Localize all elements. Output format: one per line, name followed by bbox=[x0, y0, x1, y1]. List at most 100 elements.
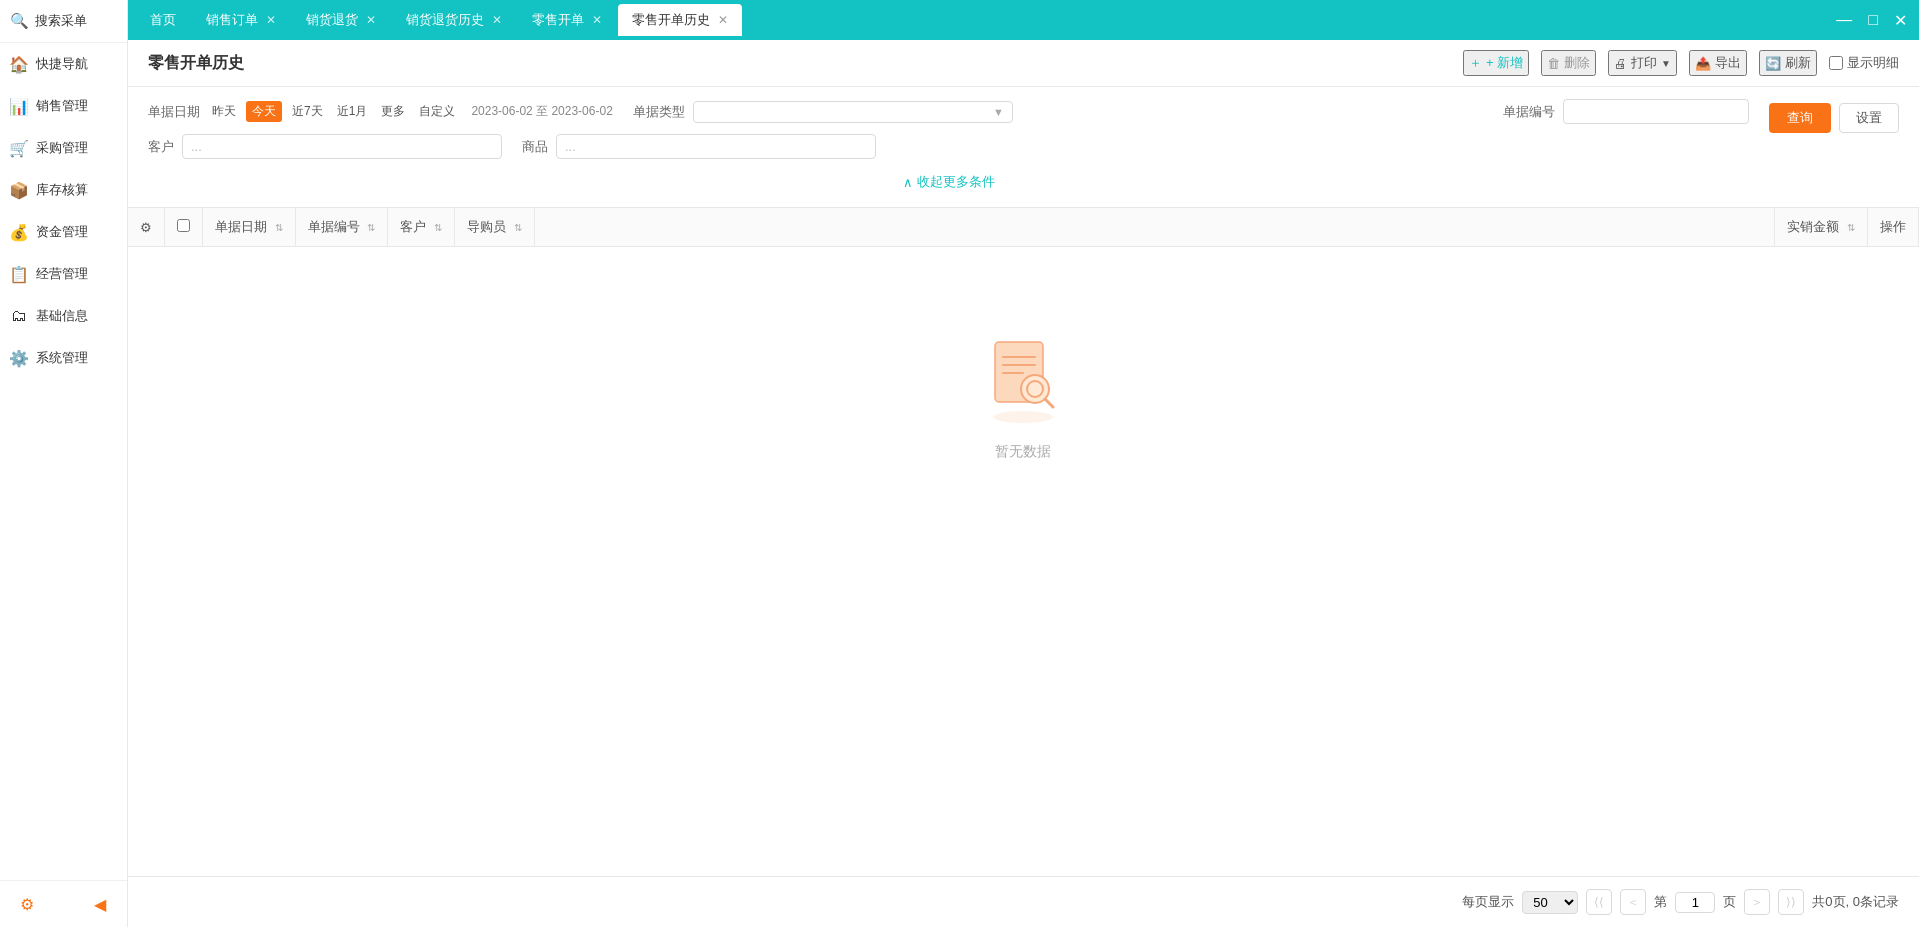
add-icon: ＋ bbox=[1469, 54, 1482, 72]
tab-retail-open-history-close[interactable]: ✕ bbox=[718, 13, 728, 27]
sidebar-item-system[interactable]: ⚙️ 系统管理 bbox=[0, 337, 127, 379]
sidebar-item-label: 库存核算 bbox=[36, 181, 88, 199]
sidebar-search-label: 搜索采单 bbox=[35, 12, 87, 30]
th-customer[interactable]: 客户 ⇅ bbox=[388, 208, 455, 247]
minimize-icon[interactable]: — bbox=[1832, 7, 1856, 33]
sidebar-item-basic-info[interactable]: 🗂 基础信息 bbox=[0, 295, 127, 337]
doc-no-input[interactable] bbox=[1563, 99, 1749, 124]
customer-filter-label: 客户 bbox=[148, 138, 174, 156]
select-all-checkbox[interactable] bbox=[177, 219, 190, 232]
tab-sales-order-close[interactable]: ✕ bbox=[266, 13, 276, 27]
query-button[interactable]: 查询 bbox=[1769, 103, 1831, 133]
sidebar-bottom: ⚙ ◀ bbox=[0, 880, 127, 927]
next-page-btn[interactable]: ＞ bbox=[1744, 889, 1770, 915]
cart-icon: 🛒 bbox=[10, 139, 28, 157]
collapse-filter-btn[interactable]: ∧ 收起更多条件 bbox=[903, 169, 995, 195]
maximize-icon[interactable]: □ bbox=[1864, 7, 1882, 33]
print-icon: 🖨 bbox=[1614, 56, 1627, 71]
export-button[interactable]: 📤 导出 bbox=[1689, 50, 1747, 76]
sidebar-item-operations[interactable]: 📋 经营管理 bbox=[0, 253, 127, 295]
add-button[interactable]: ＋ + 新增 bbox=[1463, 50, 1529, 76]
prev-page-btn[interactable]: ＜ bbox=[1620, 889, 1646, 915]
search-icon: 🔍 bbox=[10, 12, 29, 30]
product-input[interactable]: ... bbox=[556, 134, 876, 159]
sidebar-item-purchase-mgmt[interactable]: 🛒 采购管理 bbox=[0, 127, 127, 169]
th-checkbox[interactable] bbox=[165, 208, 203, 247]
th-salesperson[interactable]: 导购员 ⇅ bbox=[454, 208, 534, 247]
pagination: 每页显示 50 10 20 100 ⟨⟨ ＜ 第 页 ＞ ⟩⟩ 共0页, 0条记… bbox=[128, 876, 1919, 927]
tab-sales-return-history-label: 销货退货历史 bbox=[406, 11, 484, 29]
sidebar-item-finance[interactable]: 💰 资金管理 bbox=[0, 211, 127, 253]
first-page-btn[interactable]: ⟨⟨ bbox=[1586, 889, 1612, 915]
tab-sales-order-label: 销售订单 bbox=[206, 11, 258, 29]
main-content: 首页 销售订单 ✕ 销货退货 ✕ 销货退货历史 ✕ 零售开单 ✕ 零售开单历史 … bbox=[128, 0, 1919, 927]
sidebar-item-label: 经营管理 bbox=[36, 265, 88, 283]
filter-doc-type: 单据类型 ▼ bbox=[633, 101, 1483, 123]
date-7days-btn[interactable]: 近7天 bbox=[288, 101, 327, 122]
doc-type-label: 单据类型 bbox=[633, 103, 685, 121]
collapse-up-icon: ∧ bbox=[903, 175, 913, 190]
content-area: 零售开单历史 ＋ + 新增 🗑 删除 🖨 打印 ▼ 📤 导出 bbox=[128, 40, 1919, 927]
table-container: ⚙ 单据日期 ⇅ 单据编号 ⇅ 客户 bbox=[128, 208, 1919, 876]
date-filter-group: 昨天 今天 近7天 近1月 更多 自定义 bbox=[208, 101, 459, 122]
toolbar: 零售开单历史 ＋ + 新增 🗑 删除 🖨 打印 ▼ 📤 导出 bbox=[128, 40, 1919, 87]
tab-sales-return-history[interactable]: 销货退货历史 ✕ bbox=[392, 4, 516, 36]
page-word: 第 bbox=[1654, 893, 1667, 911]
tab-retail-open-close[interactable]: ✕ bbox=[592, 13, 602, 27]
per-page-select[interactable]: 50 10 20 100 bbox=[1522, 891, 1578, 914]
doc-type-select[interactable]: ▼ bbox=[693, 101, 1013, 123]
refresh-button[interactable]: 🔄 刷新 bbox=[1759, 50, 1817, 76]
last-page-btn[interactable]: ⟩⟩ bbox=[1778, 889, 1804, 915]
print-button[interactable]: 🖨 打印 ▼ bbox=[1608, 50, 1677, 76]
show-detail-checkbox[interactable] bbox=[1829, 56, 1843, 70]
collapse-sidebar-icon[interactable]: ◀ bbox=[89, 893, 111, 915]
date-range-display: 2023-06-02 至 2023-06-02 bbox=[471, 103, 612, 120]
money-icon: 💰 bbox=[10, 223, 28, 241]
th-doc-date[interactable]: 单据日期 ⇅ bbox=[203, 208, 296, 247]
sidebar-item-sales-mgmt[interactable]: 📊 销售管理 bbox=[0, 85, 127, 127]
filter-row-2: 客户 ... 商品 ... bbox=[148, 134, 1749, 159]
filter-action-buttons: 查询 设置 bbox=[1769, 99, 1899, 133]
sidebar-item-inventory[interactable]: 📦 库存核算 bbox=[0, 169, 127, 211]
product-dots: ... bbox=[565, 139, 576, 154]
tab-sales-return[interactable]: 销货退货 ✕ bbox=[292, 4, 390, 36]
tab-sales-return-close[interactable]: ✕ bbox=[366, 13, 376, 27]
th-actual-amount[interactable]: 实销金额 ⇅ bbox=[1775, 208, 1868, 247]
tab-sales-return-label: 销货退货 bbox=[306, 11, 358, 29]
tab-bar-right: — □ ✕ bbox=[1832, 7, 1911, 34]
tab-retail-open-history-label: 零售开单历史 bbox=[632, 11, 710, 29]
date-more-btn[interactable]: 更多 bbox=[377, 101, 409, 122]
th-doc-no[interactable]: 单据编号 ⇅ bbox=[295, 208, 388, 247]
close-window-icon[interactable]: ✕ bbox=[1890, 7, 1911, 34]
page-number-input[interactable] bbox=[1675, 892, 1715, 913]
date-custom-btn[interactable]: 自定义 bbox=[415, 101, 459, 122]
setting-button[interactable]: 设置 bbox=[1839, 103, 1899, 133]
filter-doc-no: 单据编号 bbox=[1503, 99, 1749, 124]
sidebar-item-label: 基础信息 bbox=[36, 307, 88, 325]
sidebar-item-quick-nav[interactable]: 🏠 快捷导航 bbox=[0, 43, 127, 85]
data-table: ⚙ 单据日期 ⇅ 单据编号 ⇅ 客户 bbox=[128, 208, 1919, 541]
tab-sales-order[interactable]: 销售订单 ✕ bbox=[192, 4, 290, 36]
chart-icon: 📊 bbox=[10, 97, 28, 115]
date-yesterday-btn[interactable]: 昨天 bbox=[208, 101, 240, 122]
sort-doc-date-icon: ⇅ bbox=[275, 222, 283, 233]
sidebar-item-label: 资金管理 bbox=[36, 223, 88, 241]
th-action: 操作 bbox=[1868, 208, 1919, 247]
tab-retail-open[interactable]: 零售开单 ✕ bbox=[518, 4, 616, 36]
sidebar-search[interactable]: 🔍 搜索采单 bbox=[0, 0, 127, 43]
customer-input[interactable]: ... bbox=[182, 134, 502, 159]
th-settings[interactable]: ⚙ bbox=[128, 208, 165, 247]
tab-home[interactable]: 首页 bbox=[136, 4, 190, 36]
gear-icon: ⚙️ bbox=[10, 349, 28, 367]
svg-point-0 bbox=[993, 411, 1053, 423]
table-body: 暂无数据 bbox=[128, 247, 1919, 542]
delete-button[interactable]: 🗑 删除 bbox=[1541, 50, 1596, 76]
date-1month-btn[interactable]: 近1月 bbox=[333, 101, 372, 122]
print-chevron-icon: ▼ bbox=[1661, 58, 1671, 69]
tab-retail-open-history[interactable]: 零售开单历史 ✕ bbox=[618, 4, 742, 36]
settings-bottom-icon[interactable]: ⚙ bbox=[16, 893, 38, 915]
date-today-btn[interactable]: 今天 bbox=[246, 101, 282, 122]
tab-sales-return-history-close[interactable]: ✕ bbox=[492, 13, 502, 27]
show-detail-label[interactable]: 显示明细 bbox=[1829, 54, 1899, 72]
customer-dots: ... bbox=[191, 139, 202, 154]
